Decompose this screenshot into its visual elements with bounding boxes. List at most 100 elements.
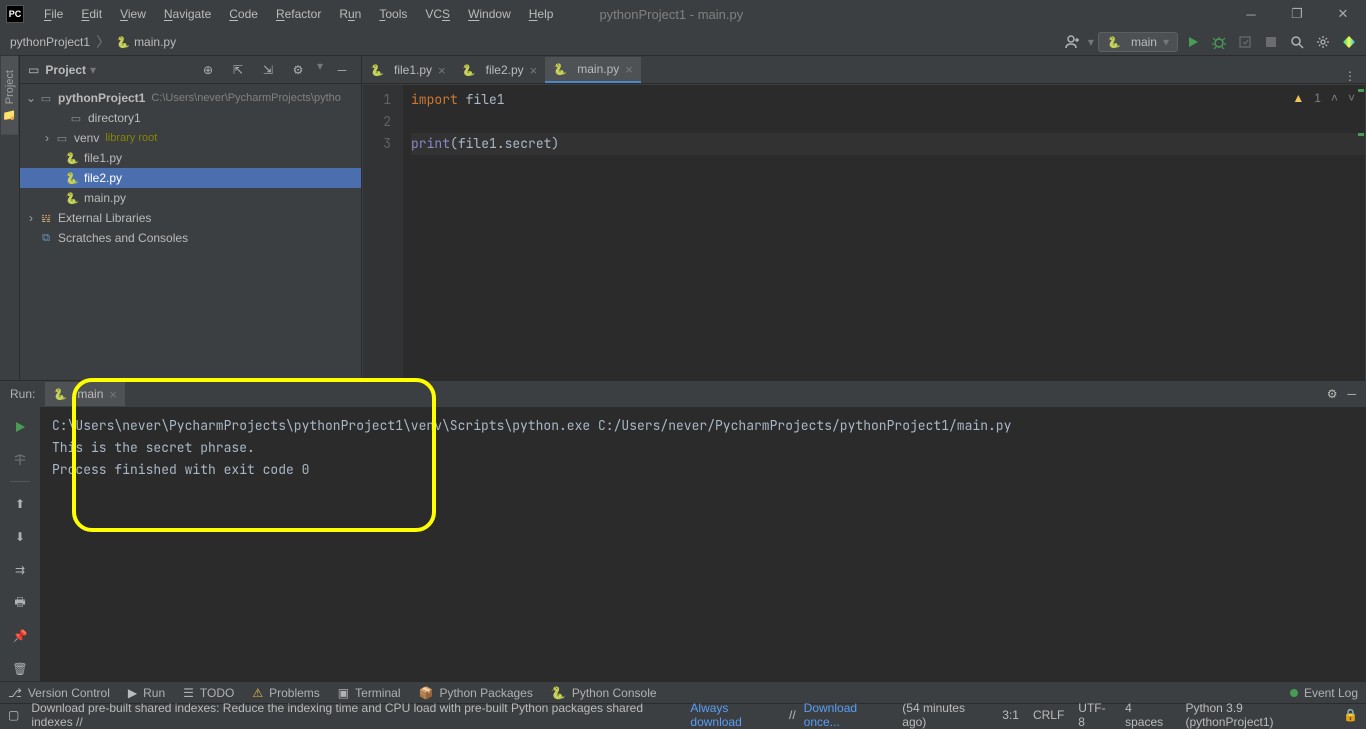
breadcrumb-project[interactable]: pythonProject1 (10, 35, 90, 49)
event-log[interactable]: Event Log (1290, 686, 1358, 700)
close-icon[interactable]: × (438, 63, 446, 78)
menu-file[interactable]: FFileile (36, 3, 71, 25)
tab-version-control[interactable]: ⎇Version Control (8, 686, 110, 700)
tree-external-libs[interactable]: › 𝍒 External Libraries (20, 208, 361, 228)
folder-icon: ▭ (28, 63, 39, 77)
add-user-icon[interactable] (1062, 31, 1084, 53)
rerun-button[interactable] (8, 415, 32, 438)
menu-window[interactable]: Window (460, 3, 519, 25)
console-output[interactable]: C:\Users\never\PycharmProjects\pythonPro… (40, 407, 1366, 681)
menu-run[interactable]: Run (331, 3, 369, 25)
warning-icon[interactable]: ▲ (1292, 91, 1304, 105)
link-always-download[interactable]: Always download (690, 701, 781, 729)
tab-terminal[interactable]: ▣Terminal (338, 686, 401, 700)
locate-icon[interactable]: ⊕ (197, 59, 219, 81)
tab-python-console[interactable]: 🐍Python Console (551, 686, 657, 700)
python-icon (1107, 35, 1121, 49)
layout-up-icon[interactable]: ⬆ (8, 492, 32, 515)
gear-icon[interactable]: ⚙ (1327, 387, 1338, 401)
close-icon[interactable]: × (109, 387, 117, 402)
folder-icon: ▭ (54, 130, 70, 146)
tree-project-root[interactable]: ⌄ ▭ pythonProject1 C:\Users\never\Pychar… (20, 88, 361, 108)
chevron-down-icon[interactable]: ⌄ (24, 91, 38, 105)
tab-file1[interactable]: file1.py × (362, 57, 454, 83)
chevron-right-icon[interactable]: › (24, 211, 38, 225)
print-icon[interactable]: 🖶 (8, 592, 32, 615)
sidebar-title: Project (45, 63, 86, 77)
maximize-button[interactable]: ❐ (1274, 0, 1320, 28)
indent-info[interactable]: 4 spaces (1125, 701, 1171, 729)
run-config-selector[interactable]: main ▾ (1098, 32, 1178, 52)
link-download-once[interactable]: Download once... (804, 701, 895, 729)
tree-item-venv[interactable]: › ▭ venv library root (20, 128, 361, 148)
chevron-up-icon[interactable]: ˄ (1331, 91, 1338, 105)
python-icon (553, 62, 567, 76)
trash-icon[interactable]: 🗑 (8, 658, 32, 681)
menu-edit[interactable]: Edit (73, 3, 110, 25)
chevron-down-icon[interactable]: ˅ (1348, 91, 1355, 105)
console-icon: 🐍 (551, 686, 566, 700)
notification-dot-icon (1290, 689, 1298, 697)
tab-problems[interactable]: ⚠Problems (252, 686, 319, 700)
run-button[interactable] (1182, 31, 1204, 53)
close-button[interactable]: ✕ (1320, 0, 1366, 28)
run-tab[interactable]: main × (45, 382, 125, 406)
stop-button[interactable] (8, 448, 32, 471)
tree-item-directory1[interactable]: ▭ directory1 (20, 108, 361, 128)
menu-navigate[interactable]: Navigate (156, 3, 219, 25)
menu-view[interactable]: View (112, 3, 154, 25)
gear-icon[interactable] (1312, 31, 1334, 53)
gear-icon[interactable]: ⚙ (287, 59, 309, 81)
tree-item-file1[interactable]: 🐍 file1.py (20, 148, 361, 168)
vcs-icon: ⎇ (8, 686, 22, 700)
close-icon[interactable]: × (530, 63, 538, 78)
layout-down-icon[interactable]: ⬇ (8, 525, 32, 548)
hide-icon[interactable]: ─ (331, 59, 353, 81)
tab-todo[interactable]: ☰TODO (183, 686, 234, 700)
file-encoding[interactable]: UTF-8 (1078, 701, 1111, 729)
lock-icon[interactable]: 🔒 (1343, 708, 1358, 722)
minimize-button[interactable]: ─ (1228, 0, 1274, 28)
terminal-icon: ▣ (338, 686, 349, 700)
close-icon[interactable]: × (625, 62, 633, 77)
toolbar-right: ▾ main ▾ (1062, 28, 1360, 56)
pycharm-icon[interactable] (1338, 31, 1360, 53)
tab-run[interactable]: ▶Run (128, 686, 165, 700)
expand-all-icon[interactable]: ⇱ (227, 59, 249, 81)
debug-button[interactable] (1208, 31, 1230, 53)
tab-file2[interactable]: file2.py × (454, 57, 546, 83)
caret-position[interactable]: 3:1 (1002, 708, 1019, 722)
tree-scratches[interactable]: ⧉ Scratches and Consoles (20, 228, 361, 248)
breadcrumb-file[interactable]: main.py (116, 35, 176, 49)
search-icon[interactable] (1286, 31, 1308, 53)
menu-tools[interactable]: Tools (371, 3, 415, 25)
menu-code[interactable]: Code (221, 3, 266, 25)
hide-panels-icon[interactable]: ▢ (8, 708, 19, 722)
tab-menu-icon[interactable]: ⋮ (1334, 69, 1366, 83)
menu-refactor[interactable]: Refactor (268, 3, 329, 25)
python-icon: 🐍 (64, 190, 80, 206)
breadcrumb: pythonProject1 〉 main.py (10, 32, 176, 52)
collapse-all-icon[interactable]: ⇲ (257, 59, 279, 81)
soft-wrap-icon[interactable]: ⇉ (8, 558, 32, 581)
tab-main[interactable]: main.py × (545, 57, 641, 83)
menu-vcs[interactable]: VCS (417, 3, 458, 25)
tree-item-file2[interactable]: 🐍 file2.py (20, 168, 361, 188)
hide-icon[interactable]: ─ (1347, 387, 1356, 401)
project-tool-tab[interactable]: 📁 Project (1, 56, 18, 135)
packages-icon: 📦 (419, 686, 434, 700)
python-interpreter[interactable]: Python 3.9 (pythonProject1) (1185, 701, 1329, 729)
python-icon: 🐍 (64, 170, 80, 186)
python-icon: 🐍 (64, 150, 80, 166)
line-separator[interactable]: CRLF (1033, 708, 1064, 722)
folder-icon: ▭ (38, 90, 54, 106)
coverage-button[interactable] (1234, 31, 1256, 53)
tab-python-packages[interactable]: 📦Python Packages (419, 686, 533, 700)
tree-item-main[interactable]: 🐍 main.py (20, 188, 361, 208)
chevron-right-icon[interactable]: › (40, 131, 54, 145)
statusbar: ▢ Download pre-built shared indexes: Red… (0, 703, 1366, 725)
stop-button[interactable] (1260, 31, 1282, 53)
window-title: pythonProject1 - main.py (599, 7, 743, 22)
menu-help[interactable]: Help (521, 3, 562, 25)
pin-icon[interactable]: 📌 (8, 625, 32, 648)
